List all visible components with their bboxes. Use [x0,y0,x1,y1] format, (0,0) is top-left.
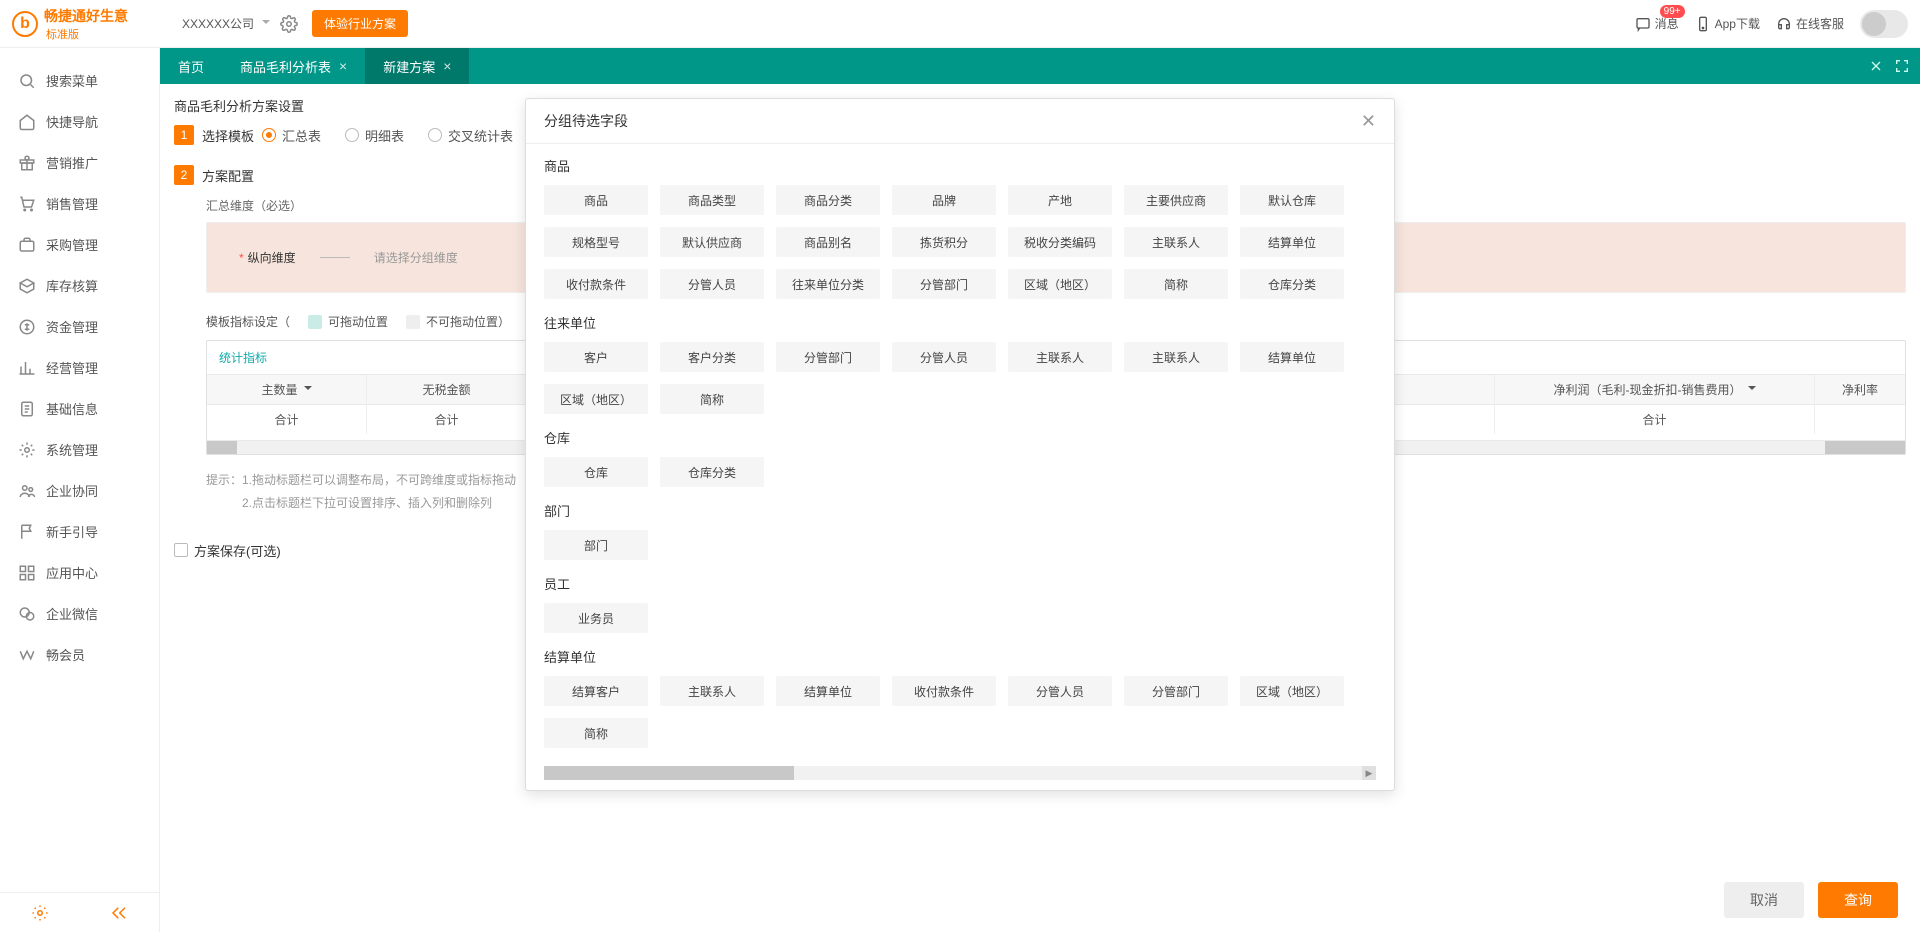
field-group-title: 往来单位 [544,313,1376,332]
field-chip[interactable]: 简称 [1124,269,1228,299]
field-group-title: 结算单位 [544,647,1376,666]
field-chip[interactable]: 分管人员 [660,269,764,299]
field-chip[interactable]: 仓库分类 [660,457,764,487]
field-chip[interactable]: 往来单位分类 [776,269,880,299]
field-group-1: 往来单位客户客户分类分管部门分管人员主联系人主联系人结算单位区域（地区）简称 [544,313,1376,414]
field-chip[interactable]: 分管部门 [892,269,996,299]
field-group-4: 员工业务员 [544,574,1376,633]
field-chip[interactable]: 结算客户 [544,676,648,706]
field-chip[interactable]: 税收分类编码 [1008,227,1112,257]
field-chip[interactable]: 结算单位 [1240,227,1344,257]
field-chip[interactable]: 仓库 [544,457,648,487]
field-chip[interactable]: 主联系人 [660,676,764,706]
field-chip[interactable]: 主联系人 [1124,227,1228,257]
field-chip[interactable]: 结算单位 [776,676,880,706]
field-modal: 分组待选字段 ✕ 商品商品商品类型商品分类品牌产地主要供应商默认仓库规格型号默认… [525,98,1395,791]
field-chip[interactable]: 规格型号 [544,227,648,257]
field-group-5: 结算单位结算客户主联系人结算单位收付款条件分管人员分管部门区域（地区）简称 [544,647,1376,748]
field-group-2: 仓库仓库仓库分类 [544,428,1376,487]
field-chip[interactable]: 主要供应商 [1124,185,1228,215]
field-group-title: 仓库 [544,428,1376,447]
field-chip[interactable]: 分管人员 [1008,676,1112,706]
field-chip[interactable]: 商品 [544,185,648,215]
field-group-0: 商品商品商品类型商品分类品牌产地主要供应商默认仓库规格型号默认供应商商品别名拣货… [544,156,1376,299]
field-chip[interactable]: 区域（地区） [1008,269,1112,299]
field-group-title: 员工 [544,574,1376,593]
modal-close-button[interactable]: ✕ [1361,112,1376,130]
field-chip[interactable]: 分管部门 [776,342,880,372]
field-chip[interactable]: 品牌 [892,185,996,215]
field-chip[interactable]: 收付款条件 [892,676,996,706]
field-group-title: 商品 [544,156,1376,175]
field-chip[interactable]: 收付款条件 [544,269,648,299]
field-chip[interactable]: 主联系人 [1124,342,1228,372]
scroll-right-icon[interactable]: ▶ [1362,766,1376,780]
field-chip[interactable]: 部门 [544,530,648,560]
field-chip[interactable]: 业务员 [544,603,648,633]
field-chip[interactable]: 商品类型 [660,185,764,215]
field-chip[interactable]: 主联系人 [1008,342,1112,372]
modal-hscroll[interactable]: ◀ ▶ [544,766,1376,780]
field-chip[interactable]: 简称 [660,384,764,414]
field-chip[interactable]: 客户分类 [660,342,764,372]
field-chip[interactable]: 简称 [544,718,648,748]
field-chip[interactable]: 默认仓库 [1240,185,1344,215]
field-chip[interactable]: 分管人员 [892,342,996,372]
field-chip[interactable]: 商品别名 [776,227,880,257]
field-chip[interactable]: 分管部门 [1124,676,1228,706]
field-chip[interactable]: 产地 [1008,185,1112,215]
field-chip[interactable]: 仓库分类 [1240,269,1344,299]
field-group-3: 部门部门 [544,501,1376,560]
field-chip[interactable]: 区域（地区） [1240,676,1344,706]
field-chip[interactable]: 拣货积分 [892,227,996,257]
field-chip[interactable]: 默认供应商 [660,227,764,257]
field-chip[interactable]: 客户 [544,342,648,372]
field-chip[interactable]: 商品分类 [776,185,880,215]
field-chip[interactable]: 结算单位 [1240,342,1344,372]
modal-title: 分组待选字段 [544,111,628,131]
field-chip[interactable]: 区域（地区） [544,384,648,414]
field-group-title: 部门 [544,501,1376,520]
